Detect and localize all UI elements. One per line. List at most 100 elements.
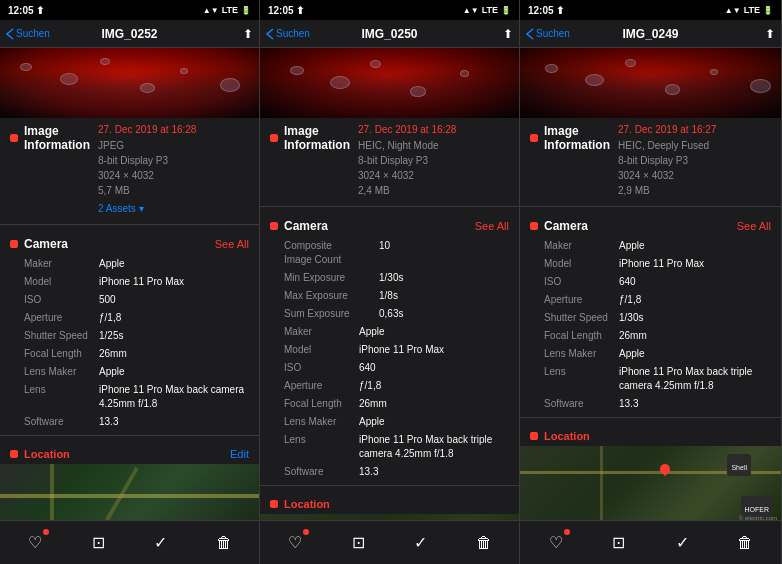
camera-row-maker-1: Maker Apple <box>0 255 259 273</box>
status-icons-2: ▲▼ LTE 🔋 <box>463 5 511 15</box>
camera-btn-2[interactable]: ⊡ <box>342 527 374 559</box>
label-lens-1: Lens <box>24 383 99 397</box>
label-aperture-1: Aperture <box>24 311 99 325</box>
content-scroll-1[interactable]: ImageInformation 27. Dec 2019 at 16:28 J… <box>0 118 259 520</box>
label-lens-3: Lens <box>544 365 619 379</box>
location-left-1: Location <box>10 448 70 460</box>
nav-back-2[interactable]: Suchen <box>266 28 310 40</box>
value-aperture-2: ƒ/1,8 <box>359 379 509 393</box>
divider-loc-2 <box>260 485 519 486</box>
battery-icon-1: 🔋 <box>241 6 251 15</box>
value-lensmaker-1: Apple <box>99 365 249 379</box>
status-icons-1: ▲▼ LTE 🔋 <box>203 5 251 15</box>
composite-row-min: Min Exposure 1/30s <box>260 269 519 287</box>
nav-back-label-2: Suchen <box>276 28 310 39</box>
nav-back-1[interactable]: Suchen <box>6 28 50 40</box>
share-icon-1[interactable]: ⬆ <box>243 27 253 41</box>
composite-row-count: CompositeImage Count 10 <box>260 237 519 269</box>
trash-btn-1[interactable]: 🗑 <box>208 527 240 559</box>
content-scroll-2[interactable]: ImageInformation 27. Dec 2019 at 16:28 H… <box>260 118 519 520</box>
label-focal-1: Focal Length <box>24 347 99 361</box>
content-scroll-3[interactable]: ImageInformation 27. Dec 2019 at 16:27 H… <box>520 118 781 520</box>
signal-icon-2: ▲▼ <box>463 6 479 15</box>
trash-btn-2[interactable]: 🗑 <box>468 527 500 559</box>
label-maker-2: Maker <box>284 325 359 339</box>
label-lensmaker-2: Lens Maker <box>284 415 359 429</box>
heart-btn-3[interactable]: ♡ <box>540 527 572 559</box>
value-lensmaker-3: Apple <box>619 347 771 361</box>
heart-icon-2: ♡ <box>288 533 302 552</box>
photo-thumb-1 <box>0 48 259 118</box>
heart-icon-3: ♡ <box>549 533 563 552</box>
image-profile-1: 8-bit Display P3 <box>98 153 249 168</box>
nav-back-3[interactable]: Suchen <box>526 28 570 40</box>
battery-icon-3: 🔋 <box>763 6 773 15</box>
share-icon-3[interactable]: ⬆ <box>765 27 775 41</box>
location-left-2: Location <box>270 498 330 510</box>
see-all-btn-1[interactable]: See All <box>215 238 249 250</box>
photo-thumb-3 <box>520 48 781 118</box>
camera-btn-3[interactable]: ⊡ <box>603 527 635 559</box>
nav-title-3: IMG_0249 <box>622 27 678 41</box>
value-focal-2: 26mm <box>359 397 509 411</box>
divider-2 <box>260 206 519 207</box>
value-model-3: iPhone 11 Pro Max <box>619 257 771 271</box>
label-lensmaker-1: Lens Maker <box>24 365 99 379</box>
heart-btn-2[interactable]: ♡ <box>279 527 311 559</box>
location-header-2: Location <box>260 490 519 514</box>
label-focal-2: Focal Length <box>284 397 359 411</box>
camera-row-iso-2: ISO 640 <box>260 359 519 377</box>
camera-row-iso-1: ISO 500 <box>0 291 259 309</box>
camera-row-aperture-3: Aperture ƒ/1,8 <box>520 291 781 309</box>
label-lens-2: Lens <box>284 433 359 447</box>
photo-thumb-2 <box>260 48 519 118</box>
map-area-1 <box>0 464 259 520</box>
value-aperture-3: ƒ/1,8 <box>619 293 771 307</box>
value-focal-3: 26mm <box>619 329 771 343</box>
camera-dot-1 <box>10 240 18 248</box>
divider-loc-3 <box>520 417 781 418</box>
label-shutter-1: Shutter Speed <box>24 329 99 343</box>
network-icon-2: LTE <box>482 5 498 15</box>
camera-row-aperture-1: Aperture ƒ/1,8 <box>0 309 259 327</box>
trash-btn-3[interactable]: 🗑 <box>729 527 761 559</box>
composite-row-sum: Sum Exposure 0,63s <box>260 305 519 323</box>
see-all-btn-3[interactable]: See All <box>737 220 771 232</box>
bottom-toolbar-2: ♡ ⊡ ✓ 🗑 <box>260 520 519 564</box>
share-icon-2[interactable]: ⬆ <box>503 27 513 41</box>
value-maker-3: Apple <box>619 239 771 253</box>
check-btn-2[interactable]: ✓ <box>405 527 437 559</box>
camera-row-maker-2: Maker Apple <box>260 323 519 341</box>
divider-1 <box>0 224 259 225</box>
value-iso-2: 640 <box>359 361 509 375</box>
value-lens-2: iPhone 11 Pro Max back triple camera 4.2… <box>359 433 509 461</box>
image-profile-3: 8-bit Display P3 <box>618 153 771 168</box>
value-focal-1: 26mm <box>99 347 249 361</box>
location-header-3: Location <box>520 422 781 446</box>
divider-loc-1 <box>0 435 259 436</box>
location-edit-btn-1[interactable]: Edit <box>230 448 249 460</box>
check-btn-3[interactable]: ✓ <box>666 527 698 559</box>
label-aperture-2: Aperture <box>284 379 359 393</box>
see-all-btn-2[interactable]: See All <box>475 220 509 232</box>
phone-panel-3: 12:05 ⬆ ▲▼ LTE 🔋 Suchen IMG_0249 ⬆ <box>520 0 782 564</box>
status-bar-3: 12:05 ⬆ ▲▼ LTE 🔋 <box>520 0 781 20</box>
status-time-1: 12:05 ⬆ <box>8 5 44 16</box>
camera-row-shutter-3: Shutter Speed 1/30s <box>520 309 781 327</box>
signal-icon-1: ▲▼ <box>203 6 219 15</box>
camera-row-iso-3: ISO 640 <box>520 273 781 291</box>
check-btn-1[interactable]: ✓ <box>145 527 177 559</box>
camera-btn-1[interactable]: ⊡ <box>82 527 114 559</box>
label-composite-count: CompositeImage Count <box>284 239 379 267</box>
label-software-3: Software <box>544 397 619 411</box>
location-header-1: Location Edit <box>0 440 259 464</box>
location-title-2: Location <box>284 498 330 510</box>
camera-dot-3 <box>530 222 538 230</box>
value-maker-1: Apple <box>99 257 249 271</box>
nav-title-2: IMG_0250 <box>361 27 417 41</box>
label-shutter-3: Shutter Speed <box>544 311 619 325</box>
heart-btn-1[interactable]: ♡ <box>19 527 51 559</box>
image-size-1: 5,7 MB <box>98 183 249 198</box>
camera-title-3: Camera <box>544 219 737 233</box>
map-area-2 <box>260 514 519 520</box>
